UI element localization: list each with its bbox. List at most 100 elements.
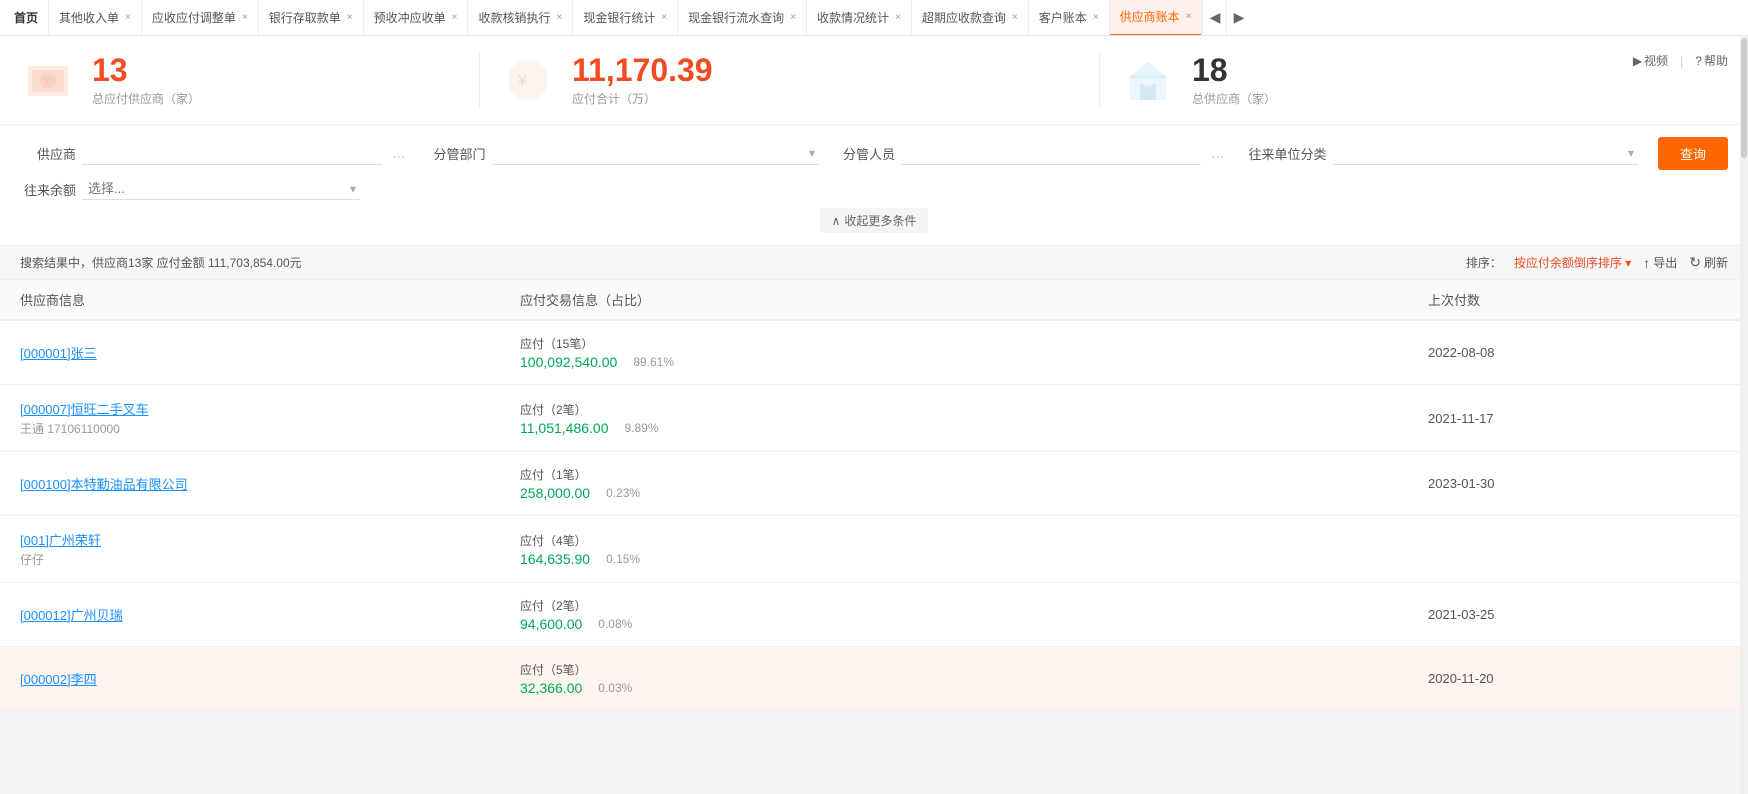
close-icon[interactable]: × [1186, 11, 1192, 22]
close-icon[interactable]: × [452, 12, 458, 23]
payable-row: 100,092,540.00 89.61% [520, 354, 1428, 370]
scrollbar-track[interactable] [1740, 36, 1748, 794]
result-summary-text: 搜索结果中，供应商13家 应付金额 111,703,854.00元 [20, 254, 302, 271]
supplier-info-cell: [000001]张三 [20, 343, 520, 362]
nav-tab-other-income[interactable]: 其他收入单 × [49, 0, 142, 36]
table-row: [000001]张三 应付（15笔） 100,092,540.00 89.61%… [0, 321, 1748, 385]
export-button[interactable]: ↑ 导出 [1643, 254, 1677, 271]
nav-tab-payable-adjust[interactable]: 应收应付调整单 × [142, 0, 259, 36]
collapse-button[interactable]: ∧ 收起更多条件 [820, 208, 929, 233]
nav-tab-home[interactable]: 首页 [4, 0, 49, 36]
supplier-link[interactable]: [000100]本特勤油品有限公司 [20, 474, 520, 493]
last-pay-date: 2023-01-30 [1428, 476, 1495, 491]
payable-row: 32,366.00 0.03% [520, 680, 1428, 696]
balance-input[interactable] [82, 178, 350, 199]
close-icon[interactable]: × [347, 12, 353, 23]
payable-label: 应付（4笔） [520, 532, 1428, 549]
nav-tab-collect-stat[interactable]: 收款情况统计 × [807, 0, 912, 36]
tab-label: 现金银行统计 [583, 9, 655, 26]
result-actions: 排序： 按应付余额倒序排序 ▾ ↑ 导出 ↻ 刷新 [1466, 254, 1728, 271]
supplier-dots-icon[interactable]: ... [388, 145, 409, 163]
dept-dropdown-icon: ▾ [809, 146, 819, 160]
close-icon[interactable]: × [1093, 12, 1099, 23]
supplier-link[interactable]: [001]广州荣轩 [20, 530, 520, 549]
nav-tab-supplier-account[interactable]: 供应商账本 × [1110, 0, 1203, 36]
nav-tab-customer-account[interactable]: 客户账本 × [1029, 0, 1110, 36]
close-icon[interactable]: × [790, 12, 796, 23]
svg-text:¥: ¥ [517, 73, 527, 90]
person-dots-icon[interactable]: ... [1207, 145, 1228, 163]
summary-text-amount: 11,170.39 应付合计（万） [572, 54, 713, 107]
scrollbar-thumb[interactable] [1741, 38, 1747, 158]
nav-tab-bank-deposit[interactable]: 银行存取款单 × [259, 0, 364, 36]
payable-amount[interactable]: 100,092,540.00 [520, 354, 617, 370]
help-button[interactable]: ? 帮助 [1695, 52, 1728, 69]
person-input[interactable] [901, 143, 1201, 165]
close-icon[interactable]: × [895, 12, 901, 23]
nav-tab-overdue-query[interactable]: 超期应收款查询 × [912, 0, 1029, 36]
supplier-count-label: 总应付供应商（家） [92, 90, 200, 107]
nav-tab-advance-verify[interactable]: 预收冲应收单 × [364, 0, 469, 36]
supplier-count-number: 13 [92, 54, 200, 86]
payable-row: 11,051,486.00 9.89% [520, 420, 1428, 436]
nav-tab-cash-bank-flow[interactable]: 现金银行流水查询 × [678, 0, 807, 36]
payable-amount[interactable]: 164,635.90 [520, 551, 590, 567]
close-icon[interactable]: × [125, 12, 131, 23]
supplier-input[interactable] [82, 143, 382, 165]
close-icon[interactable]: × [556, 12, 562, 23]
filter-item-balance: 往来余额 ▾ [20, 178, 360, 200]
summary-actions: ▶ 视频 | ? 帮助 [1633, 52, 1728, 69]
category-select-wrapper[interactable]: ▾ [1333, 143, 1638, 165]
result-bar: 搜索结果中，供应商13家 应付金额 111,703,854.00元 排序： 按应… [0, 246, 1748, 280]
supplier-link[interactable]: [000001]张三 [20, 343, 520, 362]
video-button[interactable]: ▶ 视频 [1633, 52, 1668, 69]
query-button[interactable]: 查询 [1658, 137, 1728, 170]
table-area: 供应商信息 应付交易信息（占比） 上次付数 [000001]张三 应付（15笔）… [0, 280, 1748, 711]
category-input[interactable] [1333, 143, 1628, 164]
help-icon: ? [1695, 54, 1702, 68]
dept-select-wrapper[interactable]: ▾ [492, 143, 820, 165]
payable-amount[interactable]: 258,000.00 [520, 485, 590, 501]
tab-label: 超期应收款查询 [922, 9, 1006, 26]
close-icon[interactable]: × [661, 12, 667, 23]
payable-amount[interactable]: 32,366.00 [520, 680, 582, 696]
payable-pct: 89.61% [633, 355, 674, 369]
supplier-link[interactable]: [000002]李四 [20, 669, 520, 688]
balance-dropdown-icon: ▾ [350, 182, 360, 196]
payable-label: 应付（5笔） [520, 661, 1428, 678]
payable-info-cell: 应付（2笔） 11,051,486.00 9.89% [520, 401, 1428, 436]
table-row: [001]广州荣轩 仔仔 应付（4笔） 164,635.90 0.15% [0, 516, 1748, 583]
supplier-link[interactable]: [000007]恒旺二手叉车 [20, 399, 520, 418]
collapse-label: 收起更多条件 [844, 212, 916, 229]
last-pay-cell: 2023-01-30 [1428, 476, 1728, 491]
payable-info-cell: 应付（5笔） 32,366.00 0.03% [520, 661, 1428, 696]
nav-prev-button[interactable]: ◀ [1202, 0, 1226, 36]
payable-amount[interactable]: 94,600.00 [520, 616, 582, 632]
balance-select-wrapper[interactable]: ▾ [82, 178, 360, 200]
svg-text:¥: ¥ [43, 77, 50, 88]
dept-input[interactable] [492, 143, 809, 164]
top-nav: 首页 其他收入单 × 应收应付调整单 × 银行存取款单 × 预收冲应收单 × 收… [0, 0, 1748, 36]
supplier-filter-label: 供应商 [20, 144, 76, 163]
payable-label: 应付（1笔） [520, 466, 1428, 483]
close-icon[interactable]: × [242, 12, 248, 23]
nav-next-button[interactable]: ▶ [1226, 0, 1250, 36]
tab-label: 预收冲应收单 [374, 9, 446, 26]
amount-icon: ¥ [500, 52, 556, 108]
refresh-button[interactable]: ↻ 刷新 [1689, 254, 1728, 271]
nav-tab-collect-exec[interactable]: 收款核销执行 × [468, 0, 573, 36]
payable-row: 164,635.90 0.15% [520, 551, 1428, 567]
summary-bar: ¥ 13 总应付供应商（家） ¥ 11,170.39 应付合计（万） [0, 36, 1748, 125]
payable-amount[interactable]: 11,051,486.00 [520, 420, 609, 436]
summary-text-suppliers: 13 总应付供应商（家） [92, 54, 200, 107]
tab-label: 收款核销执行 [478, 9, 550, 26]
close-icon[interactable]: × [1012, 12, 1018, 23]
nav-tab-cash-bank-stat[interactable]: 现金银行统计 × [573, 0, 678, 36]
total-supplier-label: 总供应商（家） [1192, 90, 1276, 107]
sort-select[interactable]: 按应付余额倒序排序 ▾ [1514, 254, 1631, 271]
table-header: 供应商信息 应付交易信息（占比） 上次付数 [0, 280, 1748, 321]
sort-label: 排序： [1466, 254, 1502, 271]
table-row: [000007]恒旺二手叉车 王通 17106110000 应付（2笔） 11,… [0, 385, 1748, 452]
supplier-link[interactable]: [000012]广州贝瑞 [20, 605, 520, 624]
last-pay-cell: 2020-11-20 [1428, 671, 1728, 686]
